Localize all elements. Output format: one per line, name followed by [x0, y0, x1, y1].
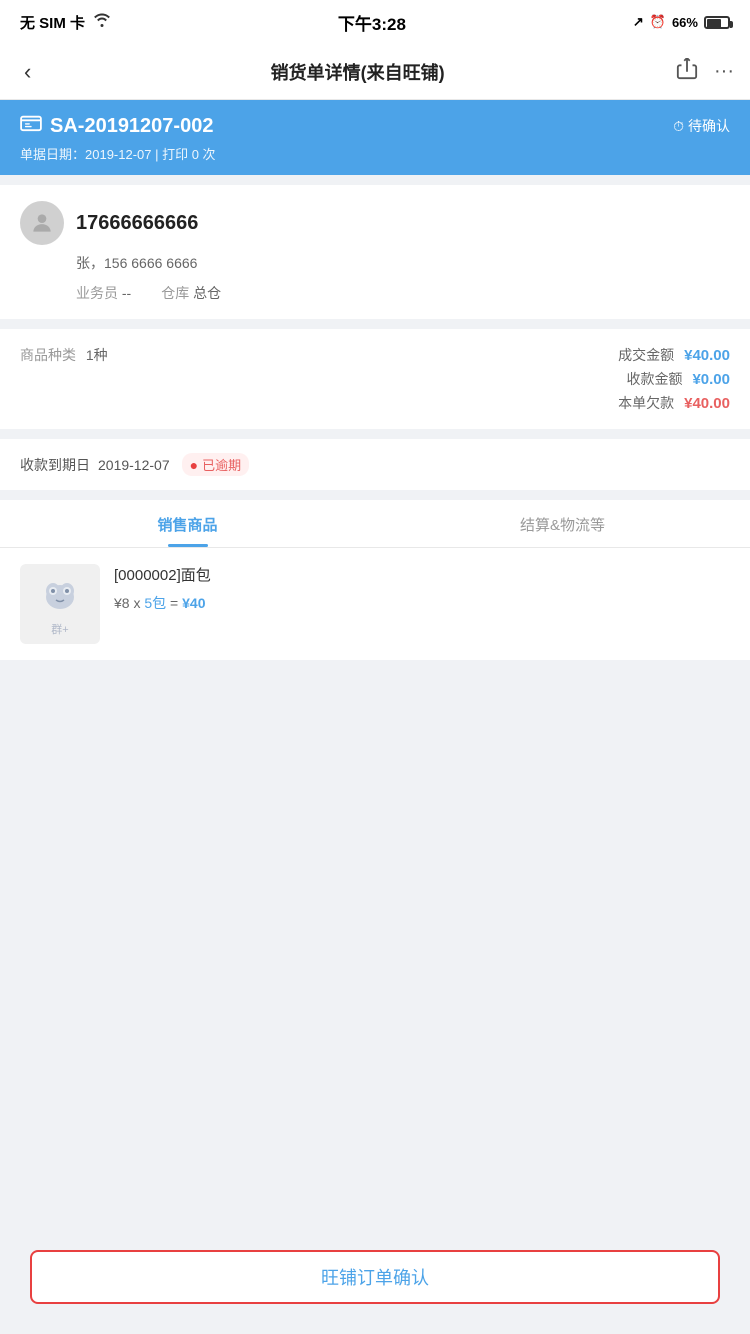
product-name: [0000002]面包	[114, 564, 730, 585]
wifi-icon	[93, 13, 111, 31]
amount-summary: 成交金额 ¥40.00 收款金额 ¥0.00 本单欠款 ¥40.00	[618, 345, 730, 413]
customer-top: 17666666666	[20, 201, 730, 245]
product-item: 群+ [0000002]面包 ¥8 x 5包 = ¥40	[20, 564, 730, 644]
salesperson-value: --	[122, 285, 131, 301]
debt-amount-label: 本单欠款	[618, 393, 674, 413]
order-header: SA-20191207-002 ⏱ 待确认 单据日期：2019-12-07 | …	[0, 100, 750, 175]
customer-meta: 业务员 -- 仓库 总仓	[76, 283, 730, 303]
back-button[interactable]: ‹	[16, 55, 39, 89]
due-date-value: 2019-12-07	[98, 457, 170, 473]
confirm-btn-wrap: 旺铺订单确认	[0, 1250, 750, 1304]
alarm-icon: ⏰	[650, 14, 666, 30]
avatar	[20, 201, 64, 245]
overdue-icon: ●	[190, 457, 198, 473]
tab-sales-products-label: 销售商品	[157, 517, 217, 534]
product-type-label: 商品种类	[20, 347, 76, 363]
product-type-value: 1种	[86, 347, 108, 363]
warehouse-label: 仓库	[161, 285, 189, 301]
tabs: 销售商品 结算&物流等	[0, 500, 750, 548]
deal-amount-row: 成交金额 ¥40.00	[618, 345, 730, 365]
nav-actions: ···	[676, 58, 734, 86]
product-image: 群+	[20, 564, 100, 644]
order-header-top: SA-20191207-002 ⏱ 待确认	[20, 114, 730, 138]
product-total: ¥40	[182, 595, 205, 611]
more-button[interactable]: ···	[714, 60, 734, 83]
debt-amount-value: ¥40.00	[684, 395, 730, 412]
battery-icon	[704, 16, 730, 29]
warehouse-value: 总仓	[193, 285, 221, 301]
status-clock-icon: ⏱	[673, 118, 684, 135]
order-status: ⏱ 待确认	[673, 116, 730, 136]
deal-amount-label: 成交金额	[618, 345, 674, 365]
page-title: 销货单详情(来自旺铺)	[271, 59, 445, 85]
status-left: 无 SIM 卡	[20, 12, 111, 33]
nav-bar: ‹ 销货单详情(来自旺铺) ···	[0, 44, 750, 100]
customer-phone: 17666666666	[76, 212, 198, 235]
due-date-label: 收款到期日	[20, 455, 90, 475]
order-icon	[20, 114, 42, 138]
due-date-card: 收款到期日 2019-12-07 ● 已逾期	[0, 439, 750, 490]
bottom-space	[0, 660, 750, 860]
order-meta: 单据日期：2019-12-07 | 打印 0 次	[20, 144, 730, 163]
status-time: 下午3:28	[338, 10, 406, 35]
battery-text: 66%	[672, 15, 698, 30]
product-brand-label: 群+	[51, 621, 68, 637]
receipt-amount-value: ¥0.00	[692, 371, 730, 388]
customer-name: 张，156 6666 6666	[76, 253, 730, 273]
product-qty: 5包	[144, 595, 166, 611]
location-icon: ↗	[633, 14, 644, 30]
carrier-text: 无 SIM 卡	[20, 12, 85, 33]
equals-sign: =	[166, 595, 182, 611]
tab-settlement-logistics[interactable]: 结算&物流等	[375, 500, 750, 547]
price-label: ¥8 x	[114, 595, 144, 611]
share-button[interactable]	[676, 58, 698, 86]
warehouse-field: 仓库 总仓	[161, 283, 221, 303]
tab-settlement-logistics-label: 结算&物流等	[520, 517, 605, 534]
order-id: SA-20191207-002	[20, 114, 213, 138]
product-owl-icon	[38, 571, 82, 619]
confirm-order-button[interactable]: 旺铺订单确认	[30, 1250, 720, 1304]
status-right: ↗ ⏰ 66%	[633, 14, 730, 30]
product-type: 商品种类 1种	[20, 345, 108, 365]
deal-amount-value: ¥40.00	[684, 347, 730, 364]
receipt-amount-row: 收款金额 ¥0.00	[626, 369, 730, 389]
salesperson-label: 业务员	[76, 285, 118, 301]
product-info: [0000002]面包 ¥8 x 5包 = ¥40	[114, 564, 730, 613]
debt-amount-row: 本单欠款 ¥40.00	[618, 393, 730, 413]
overdue-text: 已逾期	[202, 455, 241, 474]
summary-card: 商品种类 1种 成交金额 ¥40.00 收款金额 ¥0.00 本单欠款 ¥40.…	[0, 329, 750, 429]
product-price: ¥8 x 5包 = ¥40	[114, 593, 730, 613]
customer-card: 17666666666 张，156 6666 6666 业务员 -- 仓库 总仓	[0, 185, 750, 319]
product-section: 群+ [0000002]面包 ¥8 x 5包 = ¥40	[0, 548, 750, 660]
status-bar: 无 SIM 卡 下午3:28 ↗ ⏰ 66%	[0, 0, 750, 44]
overdue-badge: ● 已逾期	[182, 453, 249, 476]
confirm-btn-label: 旺铺订单确认	[321, 1264, 429, 1290]
receipt-amount-label: 收款金额	[626, 369, 682, 389]
salesperson-field: 业务员 --	[76, 283, 131, 303]
tab-sales-products[interactable]: 销售商品	[0, 500, 375, 547]
